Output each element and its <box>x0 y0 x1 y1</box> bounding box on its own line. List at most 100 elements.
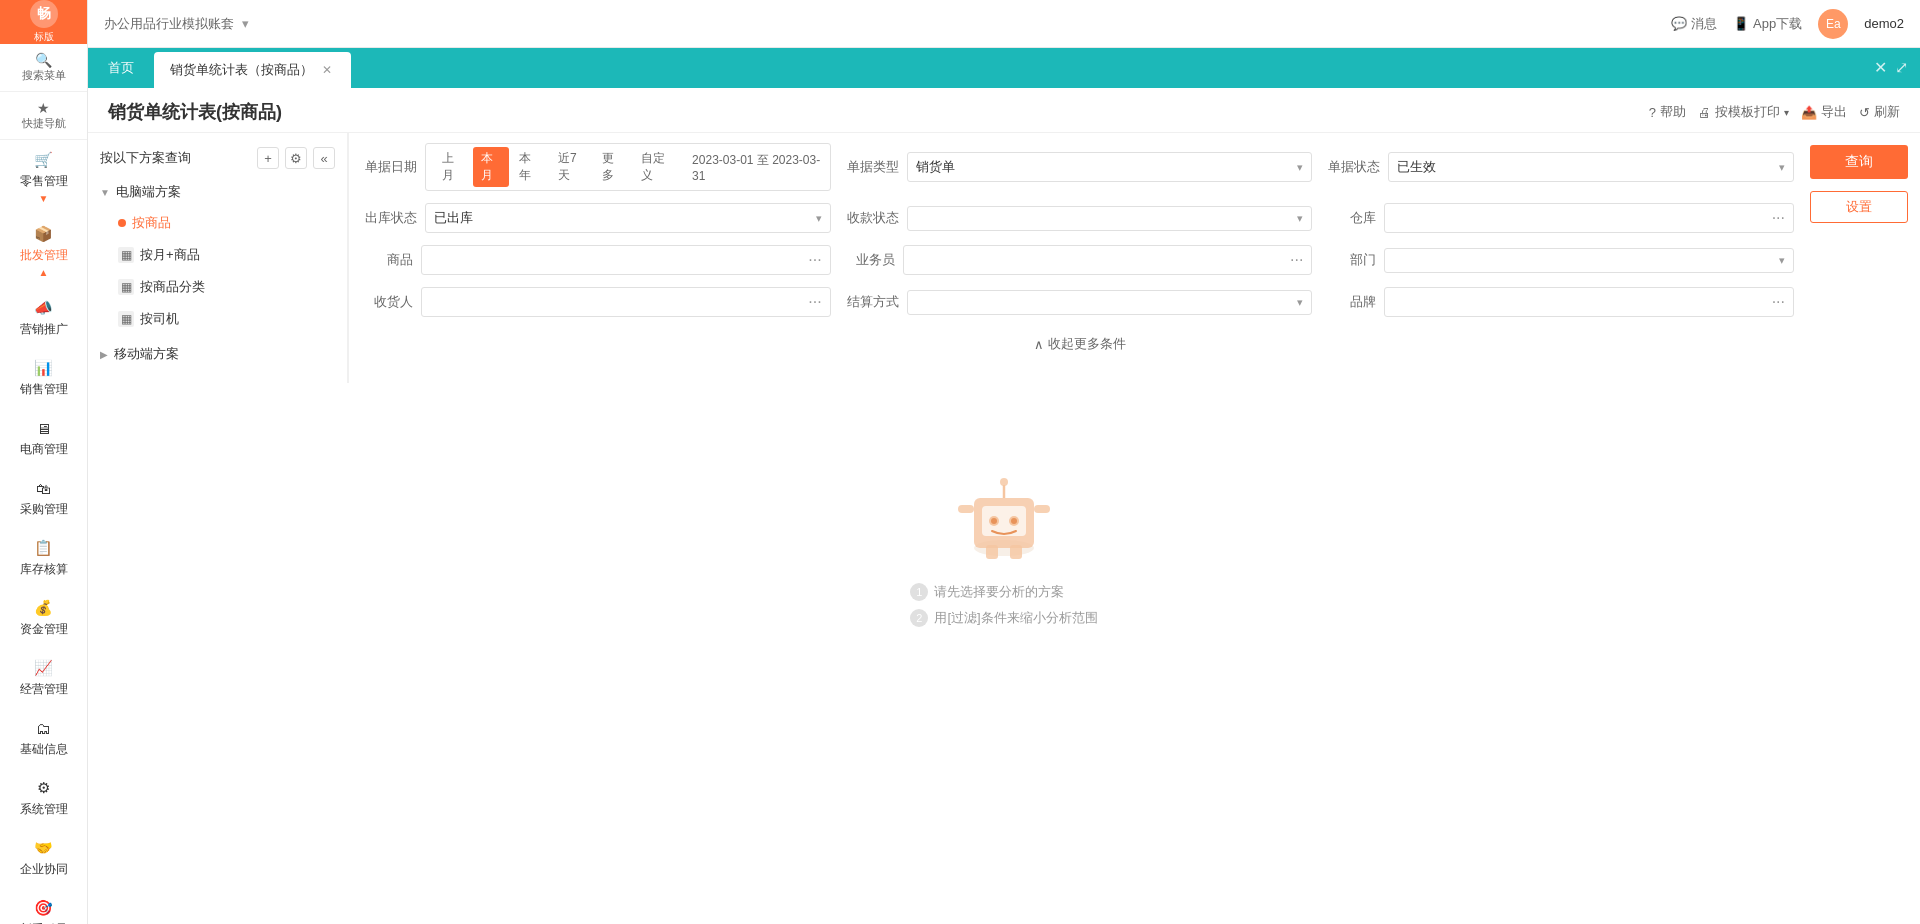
filter-item-payment: 结算方式 ▾ <box>847 290 1313 315</box>
scheme-item-by-driver[interactable]: ▦ 按司机 <box>88 303 347 335</box>
warehouse-select[interactable]: ··· <box>1384 203 1794 233</box>
out-status-dropdown-icon: ▾ <box>816 212 822 225</box>
sidebar-item-purchase[interactable]: 🛍 采购管理 <box>0 468 87 528</box>
date-tab-custom[interactable]: 自定义 <box>633 147 680 187</box>
tab-close-icon[interactable]: ✕ <box>319 63 335 77</box>
query-buttons: 查询 设置 <box>1810 133 1920 363</box>
expand-tab-btn[interactable]: ⤢ <box>1895 60 1908 76</box>
filter-item-doc-type: 单据类型 销货单 ▾ <box>847 152 1313 182</box>
receiver-select[interactable]: ··· <box>421 287 831 317</box>
user-name[interactable]: demo2 <box>1864 16 1904 31</box>
filter-item-date: 单据日期 上月 本月 本年 近7天 更多 自定义 <box>365 143 831 191</box>
sidebar-item-quick-nav[interactable]: ★ 快捷导航 <box>0 92 87 140</box>
tab-sales-stats[interactable]: 销货单统计表（按商品） ✕ <box>154 52 351 88</box>
app-logo[interactable]: 畅 标版 <box>0 0 87 44</box>
doc-type-select[interactable]: 销货单 ▾ <box>907 152 1313 182</box>
dept-select[interactable]: ▾ <box>1384 248 1794 273</box>
breadcrumb-dropdown[interactable]: ▾ <box>242 16 249 31</box>
out-status-select[interactable]: 已出库 ▾ <box>425 203 831 233</box>
app-subtitle: 标版 <box>34 30 54 44</box>
user-avatar[interactable]: Ea <box>1818 9 1848 39</box>
scheme-group-mobile: ▶ 移动端方案 <box>88 339 347 373</box>
date-filter-control[interactable]: 上月 本月 本年 近7天 更多 自定义 2023-03-01 至 2023-03… <box>425 143 831 191</box>
export-btn[interactable]: 📤 导出 <box>1801 103 1847 121</box>
query-btn[interactable]: 查询 <box>1810 145 1908 179</box>
sidebar-item-guide[interactable]: 🎯 新手引导 <box>0 888 87 924</box>
sidebar-item-inventory[interactable]: 📋 库存核算 <box>0 528 87 588</box>
sidebar-item-marketing[interactable]: 📣 营销推广 <box>0 288 87 348</box>
collapse-more-btn[interactable]: ∧ 收起更多条件 <box>365 329 1794 363</box>
date-tab-last-month[interactable]: 上月 <box>434 147 471 187</box>
sidebar-item-retail[interactable]: 🛒 零售管理 ▼ <box>0 140 87 214</box>
sidebar: 畅 标版 🔍 搜索菜单 ★ 快捷导航 🛒 零售管理 ▼ 📦 批发管理 ▲ 📣 营… <box>0 0 88 924</box>
scheme-collapse-btn[interactable]: « <box>313 147 335 169</box>
brand-dots-icon: ··· <box>1772 293 1785 311</box>
out-status-label: 出库状态 <box>365 209 425 227</box>
scheme-header: 按以下方案查询 + ⚙ « <box>88 143 347 177</box>
filter-row-1: 单据日期 上月 本月 本年 近7天 更多 自定义 <box>365 143 1794 191</box>
empty-state: 1 请先选择要分析的方案 2 用[过滤]条件来缩小分析范围 <box>88 383 1920 715</box>
refresh-btn[interactable]: ↺ 刷新 <box>1859 103 1900 121</box>
scheme-item-icon-3: ▦ <box>118 311 134 327</box>
scheme-group-mobile-title[interactable]: ▶ 移动端方案 <box>88 339 347 369</box>
tab-home-label: 首页 <box>108 59 134 77</box>
date-label: 单据日期 <box>365 158 425 176</box>
filter-item-doc-status: 单据状态 已生效 ▾ <box>1328 152 1794 182</box>
staff-select[interactable]: ··· <box>903 245 1313 275</box>
retail-icon: 🛒 <box>34 150 54 170</box>
svg-point-5 <box>991 518 997 524</box>
warehouse-dots-icon: ··· <box>1772 209 1785 227</box>
tab-home[interactable]: 首页 <box>88 48 154 88</box>
scheme-item-by-product[interactable]: 按商品 <box>88 207 347 239</box>
date-tab-more[interactable]: 更多 <box>594 147 631 187</box>
warehouse-label: 仓库 <box>1328 209 1384 227</box>
scheme-header-actions: + ⚙ « <box>257 147 335 169</box>
date-tab-7days[interactable]: 近7天 <box>550 147 592 187</box>
sidebar-item-system[interactable]: ⚙ 系统管理 <box>0 768 87 828</box>
brand-select[interactable]: ··· <box>1384 287 1794 317</box>
print-btn[interactable]: 🖨 按模板打印 ▾ <box>1698 103 1789 121</box>
logo-icon: 畅 <box>30 0 58 28</box>
settings-btn[interactable]: 设置 <box>1810 191 1908 223</box>
filter-right: 单据日期 上月 本月 本年 近7天 更多 自定义 <box>348 133 1920 383</box>
sidebar-item-search[interactable]: 🔍 搜索菜单 <box>0 44 87 92</box>
sidebar-item-coop[interactable]: 🤝 企业协同 <box>0 828 87 888</box>
tip-text-2: 用[过滤]条件来缩小分析范围 <box>934 609 1097 627</box>
collect-status-select[interactable]: ▾ <box>907 206 1313 231</box>
operation-icon: 📈 <box>34 658 54 678</box>
tab-sales-stats-label: 销货单统计表（按商品） <box>170 61 313 79</box>
date-tab-this-year[interactable]: 本年 <box>511 147 548 187</box>
scheme-item-by-month-product[interactable]: ▦ 按月+商品 <box>88 239 347 271</box>
collect-status-label: 收款状态 <box>847 209 907 227</box>
tip-num-1: 1 <box>910 583 928 601</box>
scheme-add-btn[interactable]: + <box>257 147 279 169</box>
date-tab-this-month[interactable]: 本月 <box>473 147 510 187</box>
sidebar-item-ecom[interactable]: 🖥 电商管理 <box>0 408 87 468</box>
filter-row-2: 出库状态 已出库 ▾ 收款状态 <box>365 203 1794 233</box>
dept-label: 部门 <box>1328 251 1384 269</box>
scheme-item-label: 按商品 <box>132 214 171 232</box>
sidebar-item-finance[interactable]: 💰 资金管理 <box>0 588 87 648</box>
app-download-action[interactable]: 📱 App下载 <box>1733 15 1802 33</box>
collapse-label: 收起更多条件 <box>1048 335 1126 353</box>
filter-item-staff: 业务员 ··· <box>847 245 1313 275</box>
doc-status-select[interactable]: 已生效 ▾ <box>1388 152 1794 182</box>
svg-rect-2 <box>982 506 1026 536</box>
help-btn[interactable]: ? 帮助 <box>1649 103 1686 121</box>
payment-label: 结算方式 <box>847 293 907 311</box>
payment-select[interactable]: ▾ <box>907 290 1313 315</box>
sidebar-item-sales[interactable]: 📊 销售管理 <box>0 348 87 408</box>
product-select[interactable]: ··· <box>421 245 831 275</box>
message-action[interactable]: 💬 消息 <box>1671 15 1717 33</box>
sidebar-item-operation[interactable]: 📈 经营管理 <box>0 648 87 708</box>
svg-rect-9 <box>986 545 998 559</box>
sidebar-item-wholesale[interactable]: 📦 批发管理 ▲ <box>0 214 87 288</box>
scheme-item-by-category[interactable]: ▦ 按商品分类 <box>88 271 347 303</box>
scheme-group-pc-title[interactable]: ▼ 电脑端方案 <box>88 177 347 207</box>
filter-item-brand: 品牌 ··· <box>1328 287 1794 317</box>
close-tab-btn[interactable]: ✕ <box>1874 60 1887 76</box>
empty-tips: 1 请先选择要分析的方案 2 用[过滤]条件来缩小分析范围 <box>910 583 1097 635</box>
doc-status-dropdown-icon: ▾ <box>1779 161 1785 174</box>
scheme-settings-btn[interactable]: ⚙ <box>285 147 307 169</box>
sidebar-item-basic[interactable]: 🗂 基础信息 <box>0 708 87 768</box>
